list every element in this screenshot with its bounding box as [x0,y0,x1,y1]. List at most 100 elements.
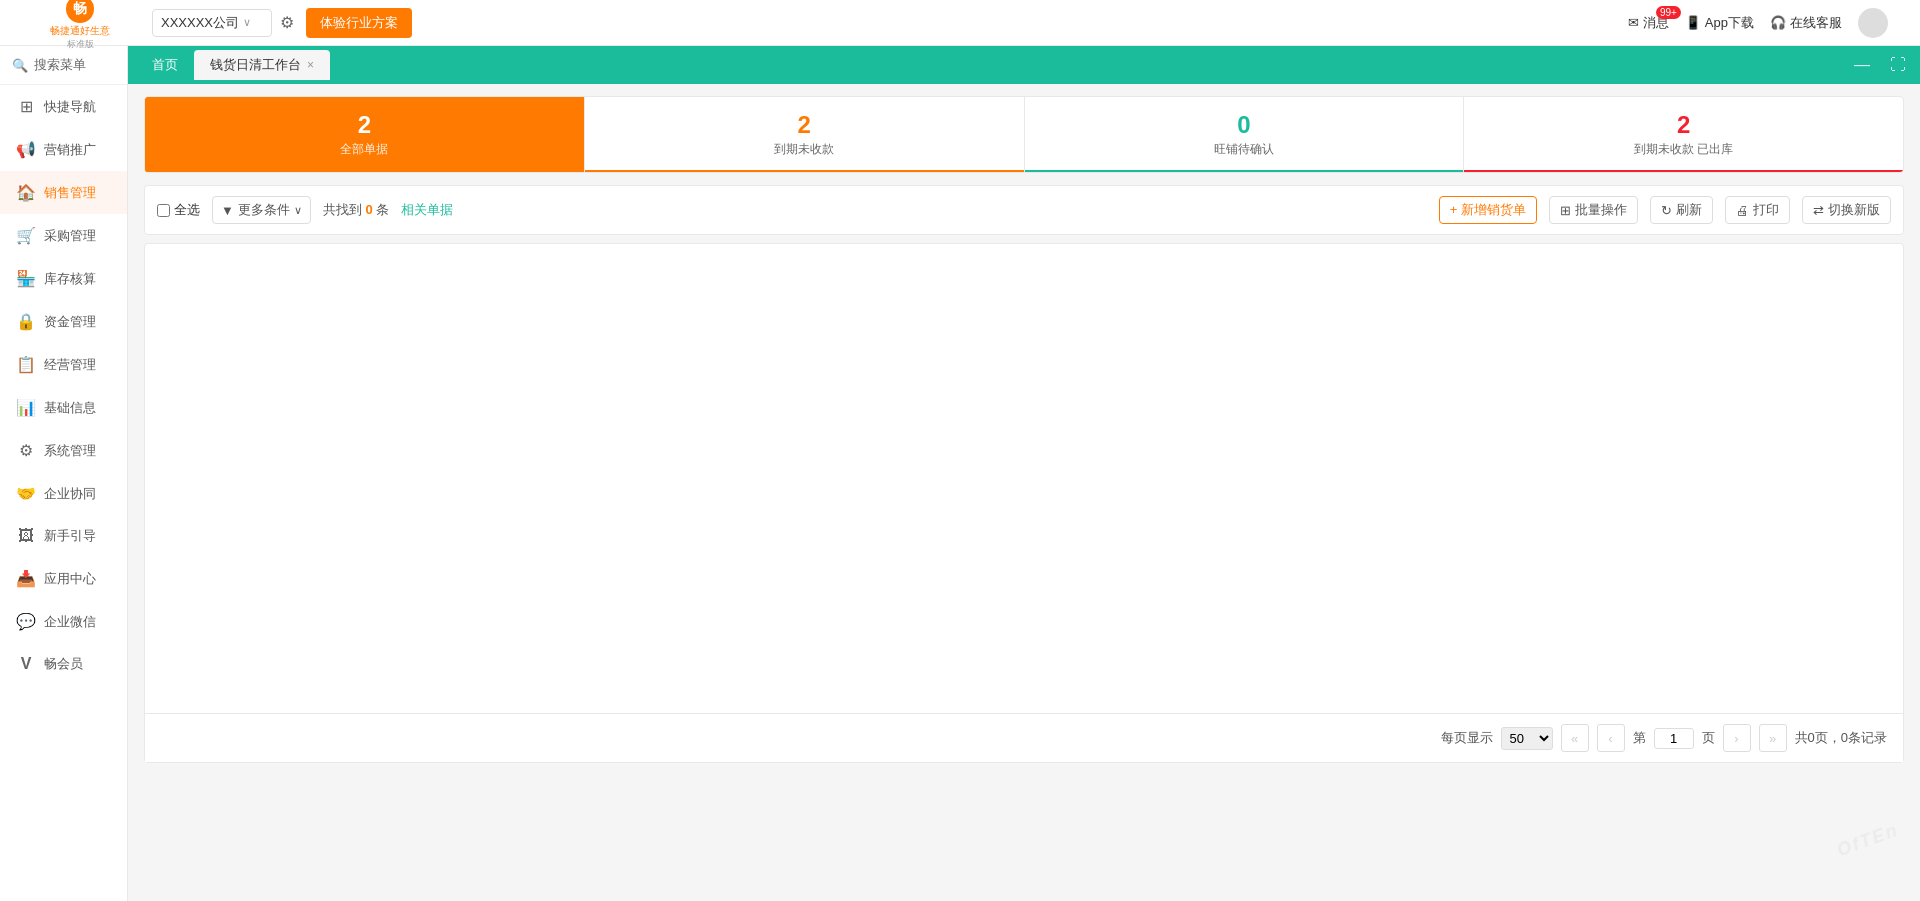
message-badge: 99+ [1656,6,1681,19]
logo-area: 畅 畅捷通好生意 标准版 [16,0,144,51]
batch-label: 批量操作 [1575,201,1627,219]
sidebar-item-inventory[interactable]: 🏪 库存核算 [0,257,127,300]
next-page-icon: › [1734,731,1738,746]
pagination: 每页显示 50 100 200 « ‹ 第 页 › » 共0页，0条记录 [145,713,1903,762]
sidebar-item-sales[interactable]: 🏠 销售管理 [0,171,127,214]
card-num-all: 2 [358,111,371,139]
sales-icon: 🏠 [16,183,36,202]
summary-card-shipped[interactable]: 2 到期未收款 已出库 [1464,97,1903,172]
batch-operation-button[interactable]: ⊞ 批量操作 [1549,196,1638,224]
avatar[interactable] [1858,8,1888,38]
app-download-button[interactable]: 📱 App下载 [1685,14,1754,32]
next-page-button[interactable]: › [1723,724,1751,752]
sidebar-label-enterprise: 企业协同 [44,485,96,503]
page-number-input[interactable] [1654,728,1694,749]
phone-icon: 📱 [1685,15,1701,30]
select-all-label: 全选 [174,201,200,219]
sidebar: 🔍 搜索菜单 ⊞ 快捷导航 📢 营销推广 🏠 销售管理 🛒 采购管理 🏪 库存核… [0,46,128,901]
tab-collapse-icon[interactable]: — [1848,54,1876,76]
sidebar-item-basic-info[interactable]: 📊 基础信息 [0,386,127,429]
basic-info-icon: 📊 [16,398,36,417]
tab-close-icon[interactable]: × [307,58,314,72]
tab-active[interactable]: 钱货日清工作台 × [194,50,330,80]
tab-fullscreen-icon[interactable]: ⛶ [1884,54,1912,76]
sidebar-item-system[interactable]: ⚙ 系统管理 [0,429,127,472]
print-icon: 🖨 [1736,203,1749,218]
inventory-icon: 🏪 [16,269,36,288]
finance-icon: 🔒 [16,312,36,331]
sidebar-label-operations: 经营管理 [44,356,96,374]
filter-label: 更多条件 [238,201,290,219]
tab-home[interactable]: 首页 [136,50,194,80]
sidebar-item-newbie[interactable]: 🖼 新手引导 [0,515,127,557]
filter-button[interactable]: ▼ 更多条件 ∨ [212,196,311,224]
online-service-button[interactable]: 🎧 在线客服 [1770,14,1842,32]
sidebar-item-purchase[interactable]: 🛒 采购管理 [0,214,127,257]
sidebar-label-wecom: 企业微信 [44,613,96,631]
enterprise-icon: 🤝 [16,484,36,503]
system-icon: ⚙ [16,441,36,460]
sidebar-label-basic-info: 基础信息 [44,399,96,417]
card-underline-overdue [585,170,1024,172]
new-sales-label: + 新增销货单 [1450,201,1526,219]
select-all-checkbox[interactable]: 全选 [157,201,200,219]
summary-card-all[interactable]: 2 全部单据 [145,97,585,172]
sidebar-item-enterprise[interactable]: 🤝 企业协同 [0,472,127,515]
new-sales-button[interactable]: + 新增销货单 [1439,196,1537,224]
sidebar-item-operations[interactable]: 📋 经营管理 [0,343,127,386]
page-size-label: 每页显示 [1441,729,1493,747]
summary-card-overdue[interactable]: 2 到期未收款 [585,97,1025,172]
card-num-overdue: 2 [797,111,810,139]
first-page-button[interactable]: « [1561,724,1589,752]
summary-card-pending[interactable]: 0 旺铺待确认 [1025,97,1465,172]
sidebar-item-marketing[interactable]: 📢 营销推广 [0,128,127,171]
refresh-button[interactable]: ↻ 刷新 [1650,196,1713,224]
app-center-icon: 📥 [16,569,36,588]
app-download-label: App下载 [1705,14,1754,32]
company-selector[interactable]: XXXXXX公司 ∨ [152,9,272,37]
page-size-select[interactable]: 50 100 200 [1501,727,1553,750]
toolbar: 全选 ▼ 更多条件 ∨ 共找到 0 条 相关单据 + 新增销货单 ⊞ 批量操作 [144,185,1904,235]
last-page-icon: » [1769,731,1776,746]
card-num-pending: 0 [1237,111,1250,139]
sidebar-item-membership[interactable]: V 畅会员 [0,643,127,685]
sidebar-item-app-center[interactable]: 📥 应用中心 [0,557,127,600]
toolbar-left: 全选 ▼ 更多条件 ∨ 共找到 0 条 相关单据 [157,196,1427,224]
search-label: 搜索菜单 [34,56,86,74]
select-all-input[interactable] [157,204,170,217]
print-button[interactable]: 🖨 打印 [1725,196,1790,224]
found-count: 0 [366,202,373,217]
settings-icon[interactable]: ⚙ [280,13,294,32]
company-name: XXXXXX公司 [161,14,239,32]
table-area: 每页显示 50 100 200 « ‹ 第 页 › » 共0页，0条记录 [144,243,1904,763]
sidebar-label-newbie: 新手引导 [44,527,96,545]
toolbar-right: + 新增销货单 ⊞ 批量操作 ↻ 刷新 🖨 打印 ⇄ 切换新版 [1439,196,1891,224]
switch-label: 切换新版 [1828,201,1880,219]
print-label: 打印 [1753,201,1779,219]
related-link[interactable]: 相关单据 [401,201,453,219]
sidebar-search[interactable]: 🔍 搜索菜单 [0,46,127,85]
card-num-shipped: 2 [1677,111,1690,139]
sidebar-item-quick-nav[interactable]: ⊞ 快捷导航 [0,85,127,128]
found-prefix: 共找到 [323,202,362,217]
sidebar-item-finance[interactable]: 🔒 资金管理 [0,300,127,343]
prev-page-button[interactable]: ‹ [1597,724,1625,752]
total-records: 共0页，0条记录 [1795,729,1887,747]
marketing-icon: 📢 [16,140,36,159]
refresh-label: 刷新 [1676,201,1702,219]
tab-active-label: 钱货日清工作台 [210,56,301,74]
last-page-button[interactable]: » [1759,724,1787,752]
message-button[interactable]: ✉ 消息 99+ [1628,14,1669,32]
sidebar-item-wecom[interactable]: 💬 企业微信 [0,600,127,643]
first-page-icon: « [1571,731,1578,746]
prev-page-icon: ‹ [1608,731,1612,746]
operations-icon: 📋 [16,355,36,374]
newbie-icon: 🖼 [16,527,36,545]
logo-sub: 标准版 [67,38,94,51]
found-suffix: 条 [376,202,389,217]
switch-new-button[interactable]: ⇄ 切换新版 [1802,196,1891,224]
membership-icon: V [16,655,36,673]
tab-home-label: 首页 [152,56,178,74]
trial-button[interactable]: 体验行业方案 [306,8,412,38]
card-underline-shipped [1464,170,1903,172]
